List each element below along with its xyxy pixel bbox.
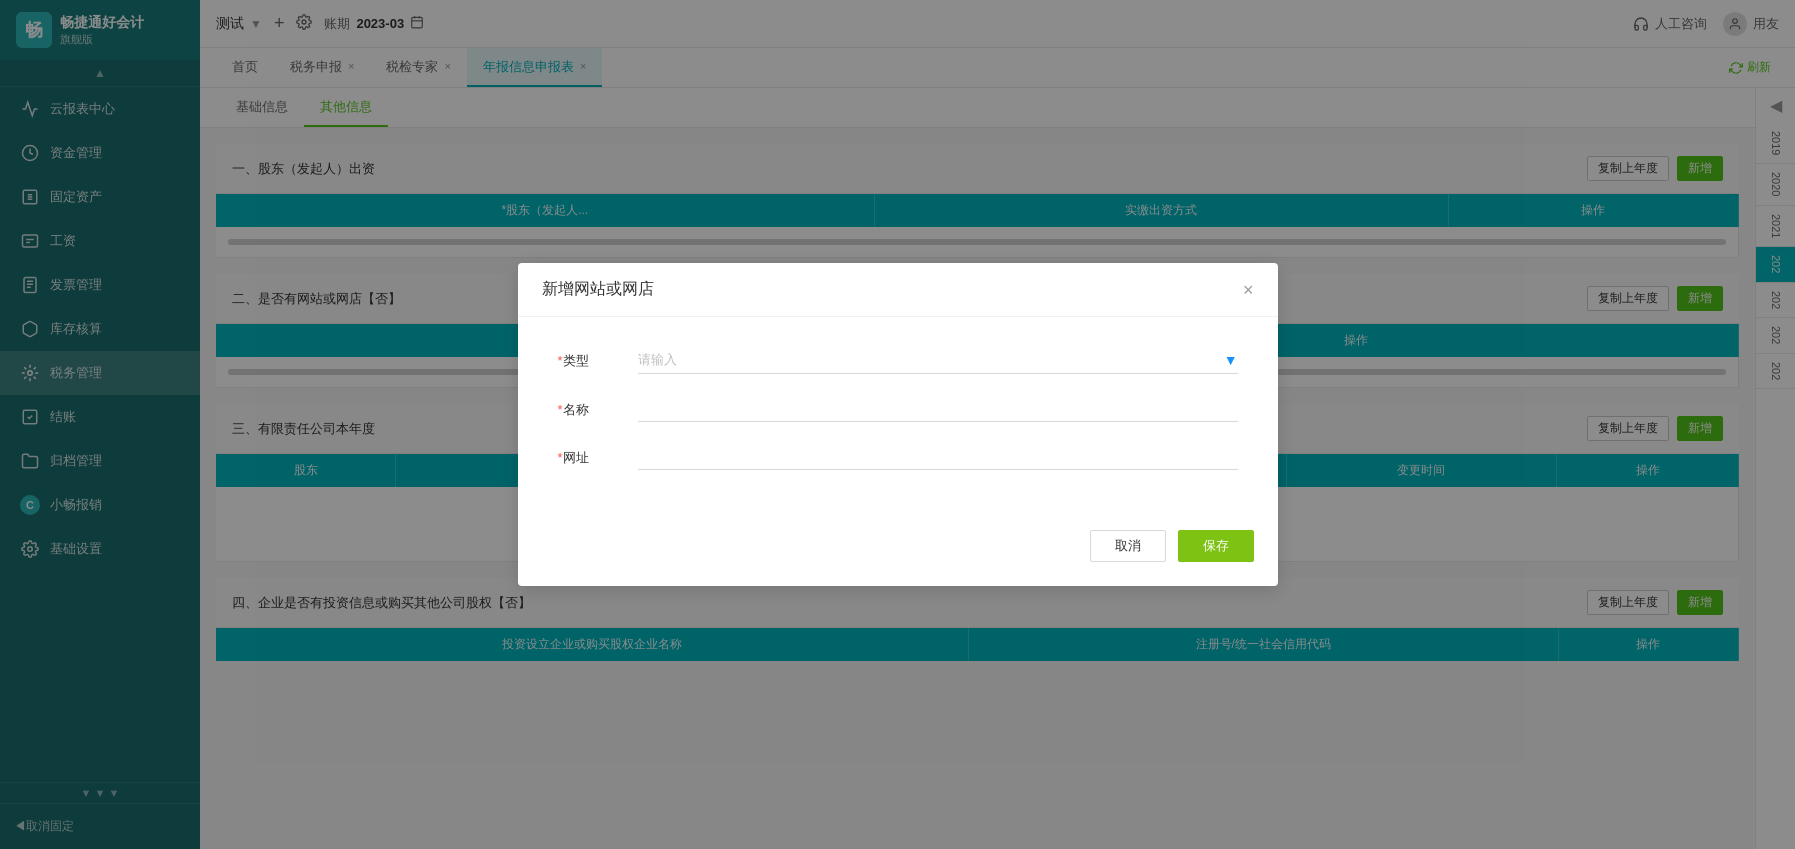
modal-title: 新增网站或网店 (542, 279, 654, 300)
form-label-type: *类型 (558, 352, 638, 370)
url-input[interactable] (638, 446, 1238, 470)
modal-footer: 取消 保存 (518, 514, 1278, 586)
save-button[interactable]: 保存 (1178, 530, 1254, 562)
modal-overlay[interactable]: 新增网站或网店 × *类型 请输入 ▼ *名称 (0, 0, 1795, 849)
form-label-url: *网址 (558, 449, 638, 467)
modal-body: *类型 请输入 ▼ *名称 *网址 (518, 317, 1278, 514)
name-label-text: 名称 (563, 402, 589, 417)
cancel-button[interactable]: 取消 (1090, 530, 1166, 562)
form-group-url: *网址 (558, 446, 1238, 470)
form-label-name: *名称 (558, 401, 638, 419)
modal-header: 新增网站或网店 × (518, 263, 1278, 317)
form-group-type: *类型 请输入 ▼ (558, 347, 1238, 374)
add-website-modal: 新增网站或网店 × *类型 请输入 ▼ *名称 (518, 263, 1278, 586)
type-select[interactable]: 请输入 ▼ (638, 347, 1238, 374)
url-label-text: 网址 (563, 450, 589, 465)
name-input[interactable] (638, 398, 1238, 422)
modal-close-btn[interactable]: × (1243, 281, 1254, 299)
type-dropdown-icon: ▼ (1224, 352, 1238, 368)
form-group-name: *名称 (558, 398, 1238, 422)
type-label-text: 类型 (563, 353, 589, 368)
type-placeholder: 请输入 (638, 351, 1224, 369)
